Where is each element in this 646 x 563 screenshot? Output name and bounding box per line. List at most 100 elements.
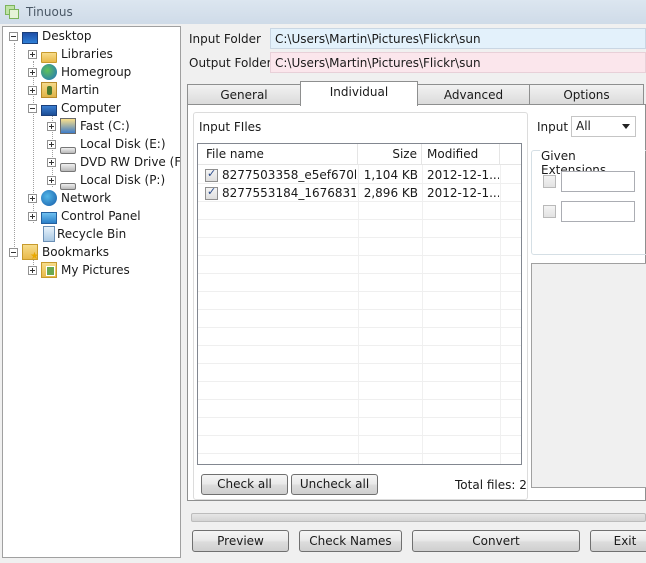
bookmarks-icon	[22, 244, 39, 262]
grid-line	[198, 273, 521, 274]
conversion-progress-bar	[191, 513, 646, 522]
file-row[interactable]: 8277503358_e5ef670b65... 1,104 KB 2012-1…	[198, 166, 521, 184]
libraries-icon	[41, 51, 57, 63]
output-folder-field[interactable]	[270, 52, 646, 73]
tree-item-desktop[interactable]: Desktop	[9, 27, 92, 45]
column-header-modified[interactable]: Modified	[422, 144, 500, 165]
tree-item-recycle-bin[interactable]: Recycle Bin	[41, 225, 126, 243]
tab-advanced[interactable]: Advanced	[417, 84, 530, 105]
tree-item-martin[interactable]: Martin	[28, 81, 99, 99]
folder-tree[interactable]: Desktop Libraries Homegroup Martin Compu…	[2, 26, 181, 558]
expand-icon[interactable]	[47, 121, 56, 131]
expand-icon[interactable]	[47, 139, 56, 149]
window-title: Tinuous	[26, 5, 73, 19]
expand-icon[interactable]	[28, 193, 37, 203]
dropdown-arrow-icon	[622, 124, 630, 129]
tree-connector	[14, 43, 15, 259]
computer-icon	[41, 104, 57, 116]
file-modified: 2012-12-1...	[427, 168, 499, 182]
grid-line	[198, 345, 521, 346]
preview-button[interactable]: Preview	[192, 530, 289, 552]
file-modified: 2012-12-1...	[427, 186, 499, 200]
grid-line	[198, 327, 521, 328]
tree-item-homegroup[interactable]: Homegroup	[28, 63, 131, 81]
file-name: 8277553184_1676831219...	[222, 186, 356, 200]
system-drive-icon	[60, 118, 76, 134]
tree-item-bookmarks[interactable]: Bookmarks	[9, 243, 109, 262]
tab-bar: General Individual Advanced Options	[187, 81, 646, 106]
column-header-file-name[interactable]: File name	[198, 144, 358, 165]
file-size: 1,104 KB	[363, 168, 418, 182]
control-panel-icon	[41, 212, 57, 224]
tree-item-local-disk-p[interactable]: Local Disk (P:)	[47, 171, 165, 190]
app-icon	[4, 4, 20, 20]
extension-checkbox-1[interactable]	[543, 175, 556, 188]
expand-icon[interactable]	[47, 157, 56, 167]
grid-line	[198, 309, 521, 310]
grid-divider	[422, 165, 423, 464]
input-filter-label: Input	[537, 120, 569, 134]
tree-item-computer[interactable]: Computer	[28, 99, 121, 117]
grid-line	[198, 435, 521, 436]
grid-divider	[358, 165, 359, 464]
check-all-button[interactable]: Check all	[201, 474, 288, 495]
collapse-icon[interactable]	[9, 247, 18, 257]
expand-icon[interactable]	[28, 85, 37, 95]
total-files-text: Total files: 2	[455, 478, 527, 492]
file-checkbox[interactable]	[205, 167, 218, 182]
grid-divider	[500, 165, 501, 464]
exit-button[interactable]: Exit	[590, 530, 646, 552]
tree-item-network[interactable]: Network	[28, 189, 111, 207]
uncheck-all-button[interactable]: Uncheck all	[291, 474, 378, 495]
collapse-icon[interactable]	[9, 31, 18, 41]
tree-item-fast-c[interactable]: Fast (C:)	[47, 117, 130, 135]
tree-item-dvd-drive-f[interactable]: DVD RW Drive (F:)	[47, 153, 180, 172]
grid-line	[198, 381, 521, 382]
column-header-size[interactable]: Size	[358, 144, 422, 165]
file-size: 2,896 KB	[363, 186, 418, 200]
file-checkbox[interactable]	[205, 185, 218, 200]
title-bar: Tinuous	[0, 0, 646, 24]
extension-checkbox-2[interactable]	[543, 205, 556, 218]
tree-item-my-pictures[interactable]: My Pictures	[28, 261, 130, 279]
image-preview-pane	[531, 263, 646, 488]
tab-options[interactable]: Options	[529, 84, 644, 105]
tab-general[interactable]: General	[187, 84, 301, 105]
network-icon	[41, 190, 57, 206]
grid-line	[198, 237, 521, 238]
input-filter-value: All	[576, 119, 591, 133]
homegroup-icon	[41, 64, 57, 80]
tree-item-local-disk-e[interactable]: Local Disk (E:)	[47, 135, 166, 154]
grid-line	[198, 291, 521, 292]
file-list[interactable]: File name Size Modified 8277503358_e5ef6…	[197, 143, 522, 465]
expand-icon[interactable]	[28, 67, 37, 77]
file-list-header: File name Size Modified	[198, 144, 521, 165]
individual-tab-panel: Input FIles File name Size Modified 8277…	[187, 104, 646, 501]
extension-input-1[interactable]	[561, 171, 635, 192]
expand-icon[interactable]	[28, 265, 37, 275]
tree-item-libraries[interactable]: Libraries	[28, 45, 113, 63]
check-names-button[interactable]: Check Names	[299, 530, 402, 552]
file-row[interactable]: 8277553184_1676831219... 2,896 KB 2012-1…	[198, 184, 521, 202]
user-folder-icon	[41, 82, 57, 98]
grid-line	[198, 219, 521, 220]
grid-line	[198, 453, 521, 454]
grid-line	[198, 255, 521, 256]
expand-icon[interactable]	[47, 175, 56, 185]
extension-input-2[interactable]	[561, 201, 635, 222]
grid-line	[198, 363, 521, 364]
input-filter-select[interactable]: All	[571, 116, 636, 137]
input-files-label: Input FIles	[199, 120, 262, 134]
tab-individual[interactable]: Individual	[300, 81, 418, 106]
recycle-bin-icon	[43, 226, 55, 242]
convert-button[interactable]: Convert	[412, 530, 580, 552]
input-folder-field[interactable]	[270, 28, 646, 49]
pictures-folder-icon	[41, 262, 57, 278]
tree-item-control-panel[interactable]: Control Panel	[28, 207, 141, 225]
collapse-icon[interactable]	[28, 103, 37, 113]
main-window: Desktop Libraries Homegroup Martin Compu…	[0, 24, 646, 563]
expand-icon[interactable]	[28, 211, 37, 221]
expand-icon[interactable]	[28, 49, 37, 59]
output-folder-label: Output Folder	[189, 56, 272, 70]
input-folder-label: Input Folder	[189, 32, 261, 46]
